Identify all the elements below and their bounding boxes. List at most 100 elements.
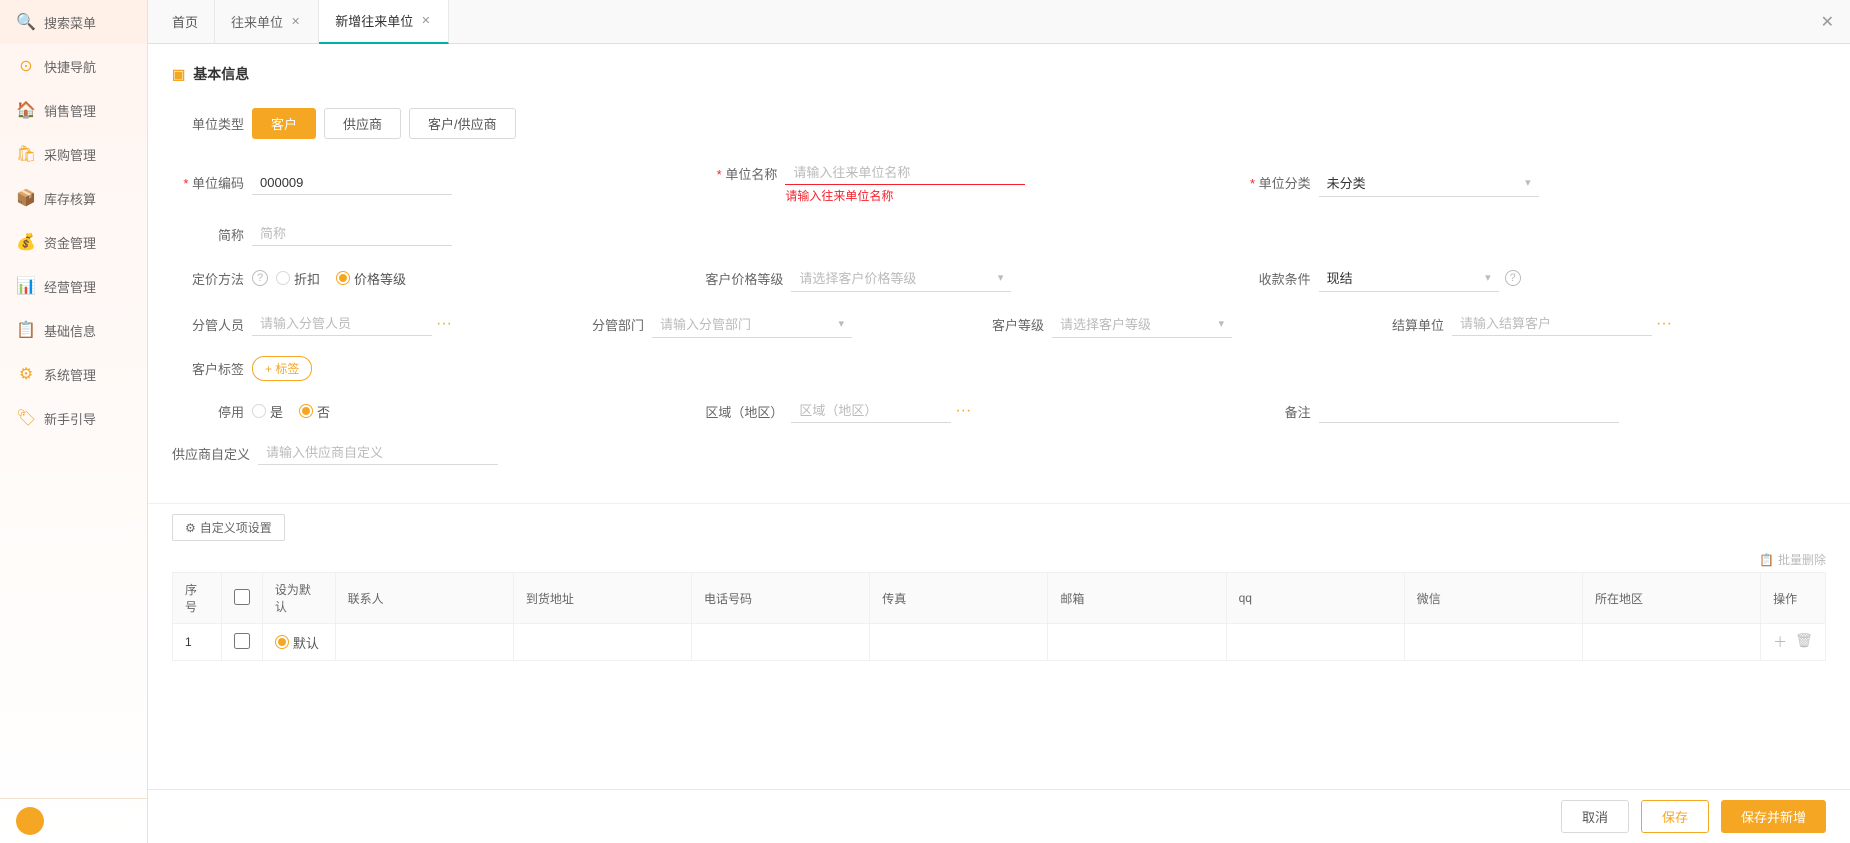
save-and-new-button[interactable]: 保存并新增 xyxy=(1721,800,1826,833)
short-name-row: 简称 xyxy=(172,222,1772,246)
department-placeholder: 请输入分管部门 xyxy=(660,314,751,333)
unit-btn-both[interactable]: 客户/供应商 xyxy=(409,108,516,139)
supplier-custom-input[interactable] xyxy=(258,441,498,465)
section-title: ▣ 基本信息 xyxy=(172,64,1772,84)
unit-category-select[interactable]: 未分类 ▾ xyxy=(1319,169,1539,197)
section-title-icon: ▣ xyxy=(172,66,185,83)
sidebar-label-search: 搜索菜单 xyxy=(44,13,96,32)
sidebar-item-operations[interactable]: 📊 经营管理 xyxy=(0,264,147,308)
cell-email[interactable] xyxy=(1048,624,1226,661)
department-chevron: ▾ xyxy=(838,317,844,330)
customer-price-level-label: 客户价格等级 xyxy=(705,269,791,288)
custom-settings-button[interactable]: ⚙ 自定义项设置 xyxy=(172,514,285,541)
customer-price-level-select[interactable]: 请选择客户价格等级 ▾ xyxy=(791,264,1011,292)
tab-counterparty[interactable]: 往来单位 ✕ xyxy=(215,0,319,44)
region-more-button[interactable]: ··· xyxy=(951,402,975,420)
search-icon: 🔍 xyxy=(16,12,36,32)
payment-terms-select[interactable]: 现结 ▾ xyxy=(1319,264,1499,292)
sidebar-item-guide[interactable]: 🏷 新手引导 xyxy=(0,396,147,440)
fax-input[interactable] xyxy=(882,635,1035,649)
manager-more-button[interactable]: ··· xyxy=(432,315,456,333)
tab-new-counterparty-label: 新增往来单位 xyxy=(335,11,413,30)
payment-terms-group: 收款条件 现结 ▾ ? xyxy=(1239,264,1752,292)
form-area: ▣ 基本信息 单位类型 客户 供应商 客户/供应商 单位编码 xyxy=(148,44,1850,503)
unit-btn-customer[interactable]: 客户 xyxy=(252,108,316,139)
row-default-circle xyxy=(275,635,289,649)
table-row: 1 默认 xyxy=(173,624,1826,661)
tab-new-counterparty[interactable]: 新增往来单位 ✕ xyxy=(319,0,449,44)
customer-level-select[interactable]: 请选择客户等级 ▾ xyxy=(1052,310,1232,338)
unit-code-input[interactable] xyxy=(252,171,452,195)
phone-input[interactable] xyxy=(704,635,857,649)
sidebar-item-basic[interactable]: 📋 基础信息 xyxy=(0,308,147,352)
cell-region[interactable] xyxy=(1582,624,1760,661)
sidebar-item-inventory[interactable]: 📦 库存核算 xyxy=(0,176,147,220)
system-icon: ⚙ xyxy=(16,364,36,384)
payment-terms-chevron: ▾ xyxy=(1485,271,1491,284)
sidebar-item-purchase[interactable]: 🛍 采购管理 xyxy=(0,132,147,176)
contacts-table: 序号 设为默认 联系人 到货地址 电话号码 传真 邮箱 qq 微信 所在地区 操… xyxy=(172,572,1826,661)
cell-phone[interactable] xyxy=(692,624,870,661)
sidebar-item-search[interactable]: 🔍 搜索菜单 xyxy=(0,0,147,44)
cell-fax[interactable] xyxy=(870,624,1048,661)
qq-input[interactable] xyxy=(1239,635,1392,649)
bulk-delete-label[interactable]: 批量删除 xyxy=(1778,551,1826,568)
manager-input[interactable] xyxy=(252,312,432,336)
row-delete-button[interactable]: 🗑 xyxy=(1795,632,1813,652)
row-default-radio[interactable]: 默认 xyxy=(275,633,323,652)
save-button[interactable]: 保存 xyxy=(1641,800,1709,833)
row-checkbox[interactable] xyxy=(234,633,250,649)
radio-discount[interactable]: 折扣 xyxy=(276,269,320,288)
radio-discount-circle xyxy=(276,271,290,285)
wechat-input[interactable] xyxy=(1417,635,1570,649)
department-select[interactable]: 请输入分管部门 ▾ xyxy=(652,310,852,338)
contact-input[interactable] xyxy=(348,635,501,649)
col-default: 设为默认 xyxy=(262,573,335,624)
short-name-input[interactable] xyxy=(252,222,452,246)
email-input[interactable] xyxy=(1060,635,1213,649)
settlement-unit-more-button[interactable]: ··· xyxy=(1652,315,1676,333)
unit-btn-supplier[interactable]: 供应商 xyxy=(324,108,401,139)
col-fax: 传真 xyxy=(870,573,1048,624)
finance-icon: 💰 xyxy=(16,232,36,252)
radio-price-level[interactable]: 价格等级 xyxy=(336,269,406,288)
region-input[interactable] xyxy=(791,399,951,423)
tab-bar: 首页 往来单位 ✕ 新增往来单位 ✕ ✕ xyxy=(148,0,1850,44)
table-section: ⚙ 自定义项设置 📋 批量删除 序号 设为默认 联系人 到货地址 电话号码 传真 xyxy=(148,503,1850,673)
tab-new-counterparty-close[interactable]: ✕ xyxy=(419,12,432,29)
col-region: 所在地区 xyxy=(1582,573,1760,624)
tab-counterparty-close[interactable]: ✕ xyxy=(289,13,302,30)
sidebar-item-sales[interactable]: 🏠 销售管理 xyxy=(0,88,147,132)
col-address: 到货地址 xyxy=(513,573,691,624)
row-add-button[interactable]: ＋ xyxy=(1773,632,1787,652)
cell-contact[interactable] xyxy=(335,624,513,661)
code-name-category-row: 单位编码 单位名称 请输入往来单位名称 xyxy=(172,161,1772,204)
cancel-button[interactable]: 取消 xyxy=(1561,800,1629,833)
radio-discount-label: 折扣 xyxy=(294,269,320,288)
pricing-method-help[interactable]: ? xyxy=(252,270,268,286)
radio-disabled-yes[interactable]: 是 xyxy=(252,402,283,421)
sidebar-item-finance[interactable]: 💰 资金管理 xyxy=(0,220,147,264)
supplier-custom-label: 供应商自定义 xyxy=(172,444,258,463)
settlement-unit-input[interactable] xyxy=(1452,312,1652,336)
unit-name-input[interactable] xyxy=(785,161,1025,185)
select-all-checkbox[interactable] xyxy=(234,589,250,605)
customer-level-chevron: ▾ xyxy=(1218,317,1224,330)
window-close-button[interactable]: ✕ xyxy=(1813,8,1842,36)
notes-input[interactable] xyxy=(1319,399,1619,423)
cell-address[interactable] xyxy=(513,624,691,661)
disabled-group: 停用 是 否 xyxy=(172,402,685,421)
cell-wechat[interactable] xyxy=(1404,624,1582,661)
tab-home[interactable]: 首页 xyxy=(156,0,215,44)
radio-disabled-no[interactable]: 否 xyxy=(299,402,330,421)
custom-settings-label: 自定义项设置 xyxy=(200,519,272,536)
cell-qq[interactable] xyxy=(1226,624,1404,661)
col-checkbox xyxy=(221,573,262,624)
sidebar-item-shortcut[interactable]: ⊙ 快捷导航 xyxy=(0,44,147,88)
address-input[interactable] xyxy=(526,635,679,649)
tags-row: 客户标签 + 标签 xyxy=(172,356,1772,381)
region-input-table[interactable] xyxy=(1595,635,1748,649)
payment-terms-help[interactable]: ? xyxy=(1505,270,1521,286)
sidebar-item-system[interactable]: ⚙ 系统管理 xyxy=(0,352,147,396)
add-tag-button[interactable]: + 标签 xyxy=(252,356,312,381)
